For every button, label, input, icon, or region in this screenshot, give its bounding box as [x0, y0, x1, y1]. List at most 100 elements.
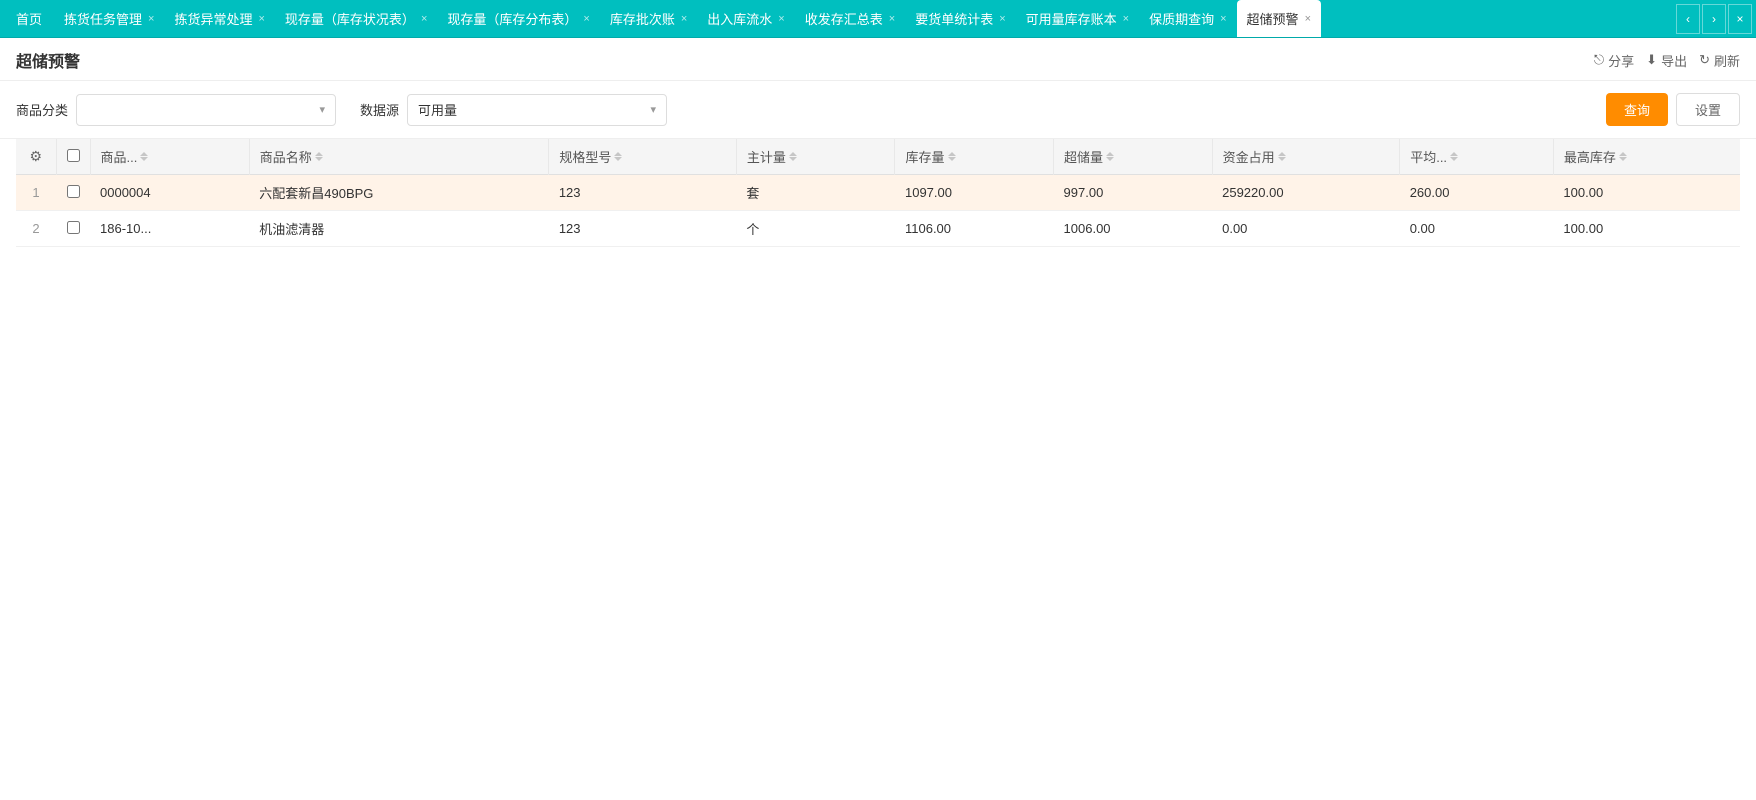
- unit-header[interactable]: 主计量: [736, 139, 895, 175]
- row-number: 1: [16, 175, 56, 211]
- table-row: 2 186-10... 机油滤清器 123 个 1106.00 1006.00 …: [16, 211, 1740, 247]
- export-button[interactable]: ⬇ 导出: [1646, 51, 1687, 70]
- capital-cell: 259220.00: [1212, 175, 1400, 211]
- product-name-header[interactable]: 商品名称: [249, 139, 549, 175]
- datasource-value: 可用量: [418, 100, 457, 119]
- product-code-header[interactable]: 商品...: [90, 139, 249, 175]
- sort-icon: [1450, 152, 1458, 161]
- data-table: ⚙ 商品... 商品名称: [16, 139, 1740, 247]
- gear-icon[interactable]: ⚙: [29, 148, 42, 164]
- page-header: 超储预警 ⎋ 分享 ⬇ 导出 ↻ 刷新: [0, 38, 1756, 81]
- nav-next-arrow[interactable]: ›: [1702, 4, 1726, 34]
- close-icon[interactable]: ×: [1220, 13, 1226, 25]
- query-button[interactable]: 查询: [1606, 93, 1668, 126]
- spec-cell: 123: [549, 211, 737, 247]
- nav-prev-arrow[interactable]: ‹: [1676, 4, 1700, 34]
- nav-more-arrow[interactable]: ×: [1728, 4, 1752, 34]
- table-header-row: ⚙ 商品... 商品名称: [16, 139, 1740, 175]
- sort-icon: [948, 152, 956, 161]
- nav-tab-3[interactable]: 现存量（库存状况表） ×: [275, 0, 437, 38]
- chevron-down-icon: ▾: [651, 103, 657, 116]
- refresh-label: 刷新: [1714, 51, 1740, 70]
- stock-cell: 1097.00: [895, 175, 1054, 211]
- max-stock-header[interactable]: 最高库存: [1553, 139, 1740, 175]
- close-icon[interactable]: ×: [889, 13, 895, 25]
- spec-cell: 123: [549, 175, 737, 211]
- datasource-select[interactable]: 可用量 ▾: [407, 94, 667, 126]
- filter-actions: 查询 设置: [1606, 93, 1740, 126]
- overstock-cell: 1006.00: [1054, 211, 1213, 247]
- close-icon[interactable]: ×: [778, 13, 784, 25]
- nav-tab-6[interactable]: 出入库流水 ×: [697, 0, 794, 38]
- nav-home[interactable]: 首页: [4, 9, 54, 28]
- nav-tab-4[interactable]: 现存量（库存分布表） ×: [437, 0, 599, 38]
- set-button[interactable]: 设置: [1676, 93, 1740, 126]
- nav-tab-5[interactable]: 库存批次账 ×: [600, 0, 697, 38]
- close-icon[interactable]: ×: [421, 13, 427, 25]
- table-wrapper: ⚙ 商品... 商品名称: [0, 139, 1756, 247]
- checkbox-column-header[interactable]: [56, 139, 90, 175]
- close-icon[interactable]: ×: [583, 13, 589, 25]
- page-title: 超储预警: [16, 48, 80, 72]
- select-all-checkbox[interactable]: [67, 149, 80, 162]
- datasource-filter: 数据源 可用量 ▾: [360, 94, 667, 126]
- refresh-button[interactable]: ↻ 刷新: [1699, 51, 1740, 70]
- nav-tab-9[interactable]: 可用量库存账本 ×: [1016, 0, 1139, 38]
- sort-icon: [614, 152, 622, 161]
- row-checkbox[interactable]: [67, 221, 80, 234]
- sort-icon: [1278, 152, 1286, 161]
- category-filter: 商品分类 ▾: [16, 94, 336, 126]
- share-icon: ⎋: [1594, 52, 1604, 68]
- row-checkbox-cell[interactable]: [56, 175, 90, 211]
- nav-tab-11[interactable]: 超储预警 ×: [1237, 0, 1321, 38]
- nav-tab-label: 拣货异常处理: [174, 9, 252, 28]
- nav-tab-1[interactable]: 拣货任务管理 ×: [54, 0, 164, 38]
- close-icon[interactable]: ×: [1305, 13, 1311, 25]
- avg-cell: 260.00: [1400, 175, 1554, 211]
- avg-cell: 0.00: [1400, 211, 1554, 247]
- nav-tab-10[interactable]: 保质期查询 ×: [1139, 0, 1236, 38]
- close-icon[interactable]: ×: [999, 13, 1005, 25]
- close-icon[interactable]: ×: [1123, 13, 1129, 25]
- stock-header[interactable]: 库存量: [895, 139, 1054, 175]
- close-icon[interactable]: ×: [681, 13, 687, 25]
- share-button[interactable]: ⎋ 分享: [1594, 51, 1634, 70]
- top-navigation: 首页 拣货任务管理 × 拣货异常处理 × 现存量（库存状况表） × 现存量（库存…: [0, 0, 1756, 38]
- nav-tab-label: 可用量库存账本: [1026, 9, 1117, 28]
- page-container: 超储预警 ⎋ 分享 ⬇ 导出 ↻ 刷新 商品分类 ▾ 数据源: [0, 38, 1756, 800]
- category-select[interactable]: ▾: [76, 94, 336, 126]
- max-stock-cell: 100.00: [1553, 211, 1740, 247]
- settings-column-header[interactable]: ⚙: [16, 139, 56, 175]
- sort-icon: [1106, 152, 1114, 161]
- close-icon[interactable]: ×: [258, 13, 264, 25]
- capital-cell: 0.00: [1212, 211, 1400, 247]
- row-checkbox[interactable]: [67, 185, 80, 198]
- filter-bar: 商品分类 ▾ 数据源 可用量 ▾ 查询 设置: [0, 81, 1756, 139]
- sort-icon: [315, 152, 323, 161]
- table-row: 1 0000004 六配套新昌490BPG 123 套 1097.00 997.…: [16, 175, 1740, 211]
- product-code-cell: 0000004: [90, 175, 249, 211]
- spec-header[interactable]: 规格型号: [549, 139, 737, 175]
- close-icon[interactable]: ×: [148, 13, 154, 25]
- row-checkbox-cell[interactable]: [56, 211, 90, 247]
- nav-tab-label: 收发存汇总表: [805, 9, 883, 28]
- chevron-down-icon: ▾: [319, 103, 325, 116]
- unit-cell: 个: [736, 211, 895, 247]
- nav-tab-7[interactable]: 收发存汇总表 ×: [795, 0, 905, 38]
- refresh-icon: ↻: [1699, 52, 1710, 68]
- sort-icon: [1619, 152, 1627, 161]
- product-name-cell: 机油滤清器: [249, 211, 549, 247]
- capital-header[interactable]: 资金占用: [1212, 139, 1400, 175]
- category-label: 商品分类: [16, 100, 68, 119]
- header-actions: ⎋ 分享 ⬇ 导出 ↻ 刷新: [1594, 51, 1740, 70]
- avg-header[interactable]: 平均...: [1400, 139, 1554, 175]
- product-name-cell: 六配套新昌490BPG: [249, 175, 549, 211]
- product-code-cell: 186-10...: [90, 211, 249, 247]
- overstock-header[interactable]: 超储量: [1054, 139, 1213, 175]
- nav-tab-2[interactable]: 拣货异常处理 ×: [164, 0, 274, 38]
- nav-tab-label: 出入库流水: [707, 9, 772, 28]
- export-label: 导出: [1661, 51, 1687, 70]
- nav-tab-8[interactable]: 要货单统计表 ×: [905, 0, 1015, 38]
- nav-tab-label: 保质期查询: [1149, 9, 1214, 28]
- sort-icon: [140, 152, 148, 161]
